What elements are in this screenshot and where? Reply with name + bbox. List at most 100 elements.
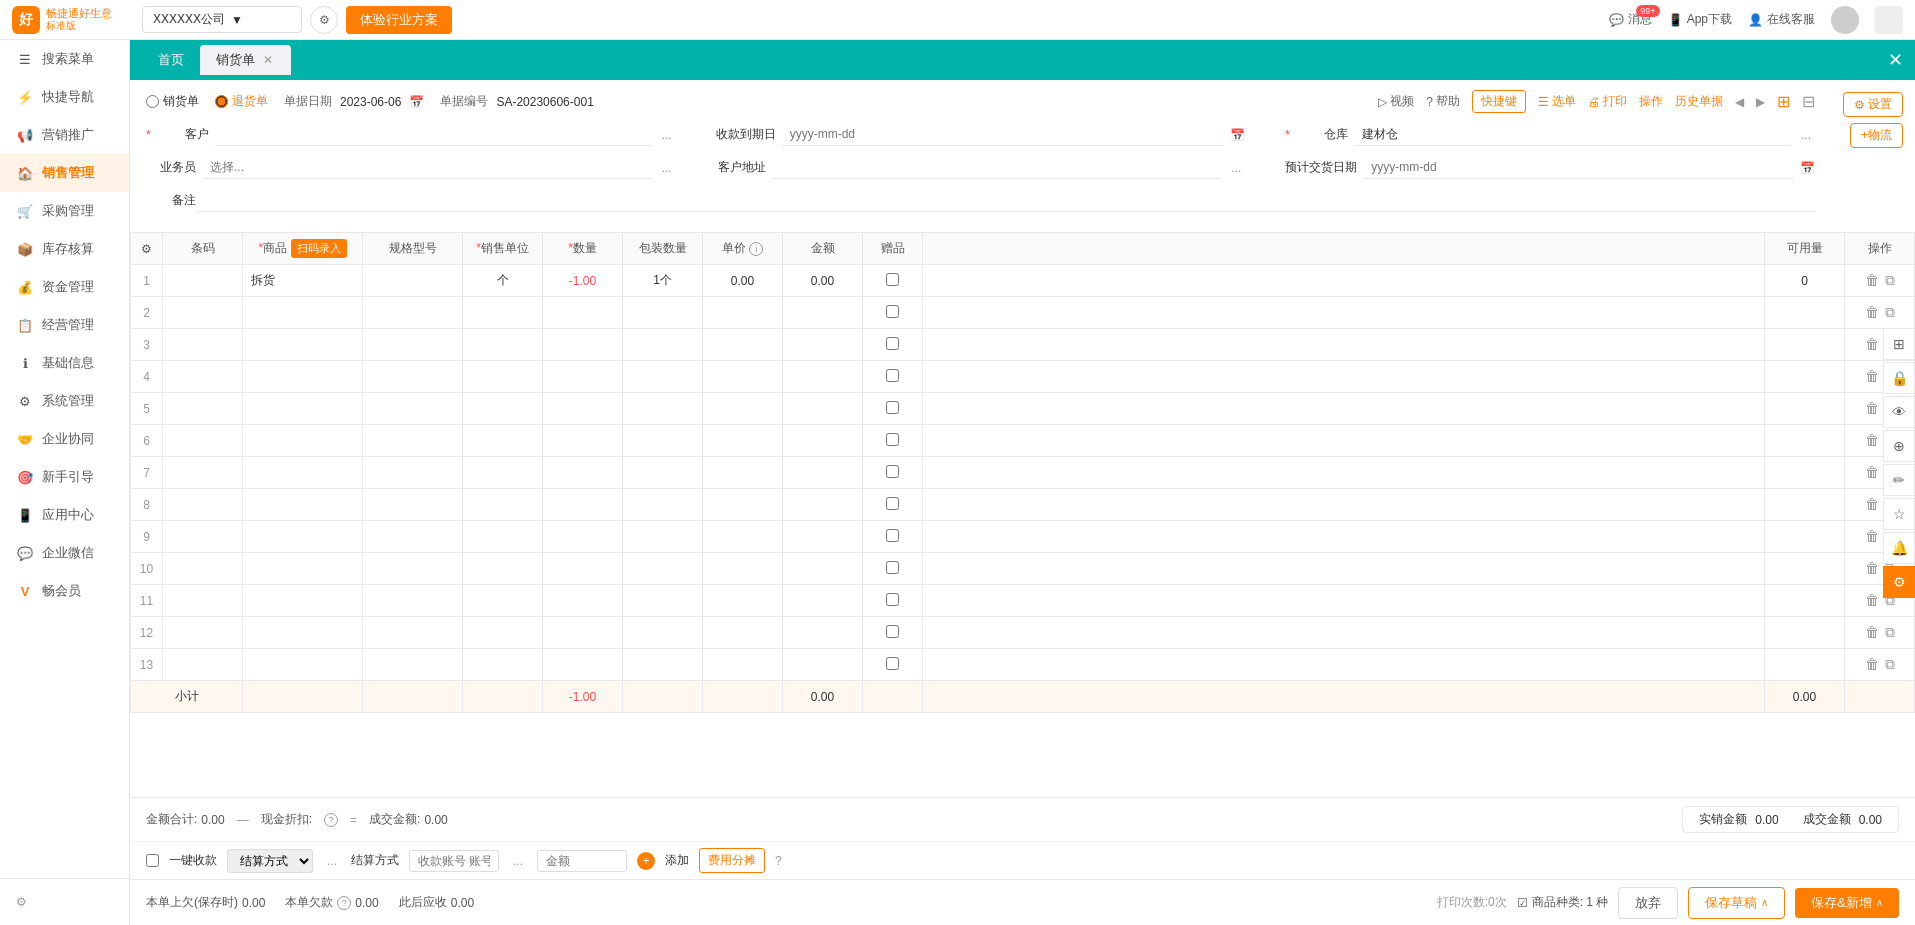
cell-product-10[interactable]	[243, 553, 363, 585]
cell-amount-2[interactable]	[783, 297, 863, 329]
settings-action-btn[interactable]: ⚙ 设置	[1843, 92, 1903, 117]
topbar-settings-btn[interactable]: ⚙	[310, 6, 338, 34]
cell-spec-13[interactable]	[363, 649, 463, 681]
app-download-btn[interactable]: 📱 App下载	[1668, 11, 1732, 28]
cell-unit-11[interactable]	[463, 585, 543, 617]
sidebar-item-search[interactable]: ☰ 搜索菜单	[0, 40, 129, 78]
cell-gift-13[interactable]	[863, 649, 923, 681]
cell-product-6[interactable]	[243, 425, 363, 457]
radio-sales[interactable]: 销货单	[146, 93, 199, 110]
cell-gift-8[interactable]	[863, 489, 923, 521]
cell-qty-12[interactable]	[543, 617, 623, 649]
one-click-payment-checkbox[interactable]	[146, 854, 159, 867]
cell-unit-13[interactable]	[463, 649, 543, 681]
customer-more-icon[interactable]: ...	[658, 128, 676, 142]
cell-gift-9[interactable]	[863, 521, 923, 553]
detail-view-icon[interactable]: ⊟	[1802, 92, 1815, 111]
right-tool-edit[interactable]: ✏	[1883, 464, 1915, 496]
cell-amount-12[interactable]	[783, 617, 863, 649]
price-info-icon[interactable]: i	[749, 242, 763, 256]
cell-spec-10[interactable]	[363, 553, 463, 585]
avatar[interactable]	[1831, 6, 1859, 34]
copy-icon-2[interactable]: ⧉	[1885, 304, 1895, 321]
cell-spec-3[interactable]	[363, 329, 463, 361]
warehouse-more-icon[interactable]: ...	[1797, 128, 1815, 142]
scan-button[interactable]: 扫码录入	[291, 239, 347, 258]
cell-gift-1[interactable]	[863, 265, 923, 297]
cell-packqty-4[interactable]	[623, 361, 703, 393]
trial-button[interactable]: 体验行业方案	[346, 6, 452, 34]
copy-icon-12[interactable]: ⧉	[1885, 624, 1895, 641]
cell-gift-7[interactable]	[863, 457, 923, 489]
cell-product-11[interactable]	[243, 585, 363, 617]
cell-packqty-10[interactable]	[623, 553, 703, 585]
sidebar-item-collab[interactable]: 🤝 企业协同	[0, 420, 129, 458]
cell-barcode-6[interactable]	[163, 425, 243, 457]
sidebar-item-basics[interactable]: ℹ 基础信息	[0, 344, 129, 382]
cell-price-3[interactable]	[703, 329, 783, 361]
cell-price-13[interactable]	[703, 649, 783, 681]
cell-spec-4[interactable]	[363, 361, 463, 393]
cell-qty-10[interactable]	[543, 553, 623, 585]
salesperson-more-icon[interactable]: ...	[658, 161, 676, 175]
cell-price-5[interactable]	[703, 393, 783, 425]
cell-amount-1[interactable]: 0.00	[783, 265, 863, 297]
cell-packqty-9[interactable]	[623, 521, 703, 553]
expected-date-input[interactable]	[1363, 156, 1794, 179]
cell-qty-3[interactable]	[543, 329, 623, 361]
cell-unit-1[interactable]: 个	[463, 265, 543, 297]
cell-gift-2[interactable]	[863, 297, 923, 329]
cell-product-3[interactable]	[243, 329, 363, 361]
operations-btn[interactable]: 操作	[1639, 93, 1663, 110]
cell-spec-7[interactable]	[363, 457, 463, 489]
payment-account-input[interactable]	[409, 850, 499, 872]
right-tool-lock[interactable]: 🔒	[1883, 362, 1915, 394]
cell-unit-9[interactable]	[463, 521, 543, 553]
cell-unit-7[interactable]	[463, 457, 543, 489]
cell-ops-13[interactable]: 🗑 ⧉	[1845, 649, 1915, 681]
cell-amount-5[interactable]	[783, 393, 863, 425]
cell-qty-13[interactable]	[543, 649, 623, 681]
cell-amount-7[interactable]	[783, 457, 863, 489]
cell-qty-9[interactable]	[543, 521, 623, 553]
cell-barcode-8[interactable]	[163, 489, 243, 521]
delete-icon-3[interactable]: 🗑	[1865, 336, 1879, 353]
cell-qty-11[interactable]	[543, 585, 623, 617]
right-tool-add[interactable]: ⊕	[1883, 430, 1915, 462]
cell-packqty-11[interactable]	[623, 585, 703, 617]
right-tool-eye[interactable]: 👁	[1883, 396, 1915, 428]
cell-product-7[interactable]	[243, 457, 363, 489]
delete-icon-7[interactable]: 🗑	[1865, 464, 1879, 481]
cell-gift-3[interactable]	[863, 329, 923, 361]
right-tool-bell[interactable]: 🔔	[1883, 532, 1915, 564]
print-btn[interactable]: 🖨 打印	[1588, 93, 1627, 110]
cell-packqty-8[interactable]	[623, 489, 703, 521]
cell-unit-5[interactable]	[463, 393, 543, 425]
payment-calendar-icon[interactable]: 📅	[1230, 128, 1245, 142]
cell-amount-3[interactable]	[783, 329, 863, 361]
cell-amount-8[interactable]	[783, 489, 863, 521]
delete-icon-8[interactable]: 🗑	[1865, 496, 1879, 513]
right-tool-star[interactable]: ☆	[1883, 498, 1915, 530]
history-btn[interactable]: 历史单据	[1675, 93, 1723, 110]
cell-gift-4[interactable]	[863, 361, 923, 393]
cell-packqty-13[interactable]	[623, 649, 703, 681]
fee-split-help-icon[interactable]: ?	[775, 854, 782, 868]
radio-return-input[interactable]	[215, 95, 228, 108]
discard-button[interactable]: 放弃	[1618, 887, 1678, 919]
message-btn[interactable]: 💬 消息 99+	[1609, 11, 1652, 28]
cell-unit-10[interactable]	[463, 553, 543, 585]
cell-product-12[interactable]	[243, 617, 363, 649]
cell-ops-12[interactable]: 🗑 ⧉	[1845, 617, 1915, 649]
payment-due-input[interactable]	[782, 123, 1225, 146]
customer-addr-input[interactable]	[772, 156, 1222, 179]
cell-qty-8[interactable]	[543, 489, 623, 521]
cell-packqty-3[interactable]	[623, 329, 703, 361]
sidebar-item-finance[interactable]: 💰 资金管理	[0, 268, 129, 306]
cell-price-1[interactable]: 0.00	[703, 265, 783, 297]
cell-barcode-5[interactable]	[163, 393, 243, 425]
cell-product-13[interactable]	[243, 649, 363, 681]
cell-unit-8[interactable]	[463, 489, 543, 521]
list-view-icon[interactable]: ⊞	[1777, 92, 1790, 111]
cell-barcode-7[interactable]	[163, 457, 243, 489]
